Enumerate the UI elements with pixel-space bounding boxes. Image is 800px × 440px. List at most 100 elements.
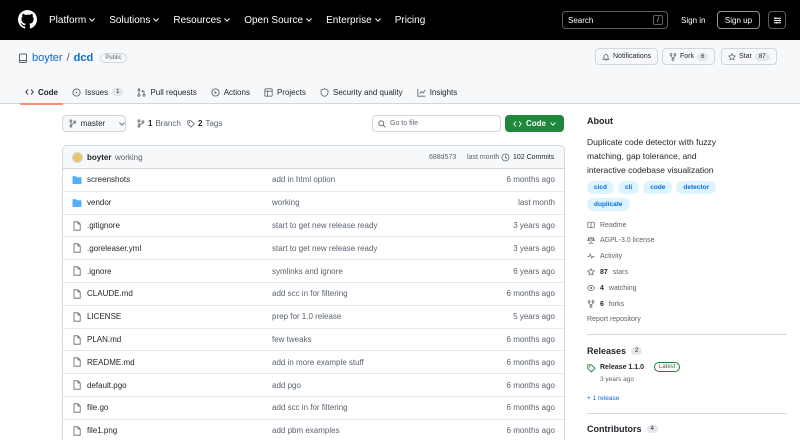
tab-projects[interactable]: Projects	[257, 80, 313, 104]
nav-enterprise[interactable]: Enterprise	[326, 15, 381, 26]
tags-link[interactable]: 2 Tags	[187, 115, 222, 132]
file-name-link[interactable]: screenshots	[87, 175, 130, 184]
file-name-link[interactable]: file.go	[87, 403, 108, 412]
star-icon	[728, 52, 736, 61]
file-name-link[interactable]: LICENSE	[87, 312, 121, 321]
latest-badge: Latest	[654, 362, 681, 372]
file-row[interactable]: file.go add scc in for filtering 6 months …	[63, 397, 564, 420]
nav-platform[interactable]: Platform	[49, 15, 96, 26]
chevron-down-icon	[153, 18, 160, 22]
file-commit-message-link[interactable]: working	[272, 198, 300, 207]
file-commit-message-link[interactable]: start to get new release ready	[272, 221, 377, 230]
topic-tag[interactable]: code	[643, 181, 673, 194]
releases-heading[interactable]: Releases 2	[587, 346, 643, 356]
contributors-title: Contributors	[587, 424, 642, 434]
readme-label: Readme	[600, 221, 627, 229]
file-row[interactable]: screenshots add in html option 6 months ag…	[63, 169, 564, 192]
file-row[interactable]: LICENSE prep for 1.0 release 5 years ago	[63, 306, 564, 329]
chevron-down-icon	[550, 121, 556, 126]
tag-icon	[187, 119, 195, 128]
book-icon	[587, 221, 595, 229]
file-row[interactable]: .ignore symlinks and ignore 6 years ago	[63, 260, 564, 283]
topic-tag[interactable]: cicd	[587, 181, 615, 194]
nav-pricing[interactable]: Pricing	[395, 15, 426, 26]
file-row[interactable]: .gitignore start to get new release ready…	[63, 215, 564, 238]
tab-actions[interactable]: Actions	[204, 80, 257, 104]
commit-message-link[interactable]: working	[115, 153, 143, 162]
go-to-file-input[interactable]: Go to file	[372, 115, 501, 132]
file-name-link[interactable]: file1.png	[87, 426, 117, 435]
license-link[interactable]: AGPL-3.0 license	[587, 236, 654, 244]
file-commit-message-link[interactable]: add in html option	[272, 175, 335, 184]
file-commit-message-link[interactable]: add scc in for filtering	[272, 403, 348, 412]
file-name-link[interactable]: vendor	[87, 198, 111, 207]
branch-select-button[interactable]: master	[62, 115, 126, 132]
file-name-link[interactable]: CLAUDE.md	[87, 289, 133, 298]
folder-icon	[72, 198, 82, 207]
watchers-link[interactable]: 4 watching	[587, 284, 637, 292]
file-commit-message-link[interactable]: prep for 1.0 release	[272, 312, 341, 321]
bell-icon	[602, 53, 610, 60]
file-name-link[interactable]: .goreleaser.yml	[87, 244, 141, 253]
forks-link[interactable]: 6 forks	[587, 300, 624, 308]
tab-security[interactable]: Security and quality	[313, 80, 410, 104]
code-dropdown-button[interactable]: Code	[505, 115, 564, 132]
file-row[interactable]: README.md add in more example stuff 6 mont…	[63, 351, 564, 375]
tab-issues[interactable]: Issues 1	[65, 80, 130, 104]
notifications-button[interactable]: Notifications	[595, 48, 659, 65]
repo-owner-link[interactable]: boyter	[32, 52, 63, 64]
readme-link[interactable]: Readme	[587, 221, 626, 229]
file-commit-message-link[interactable]: add scc in for filtering	[272, 289, 348, 298]
file-commit-message-link[interactable]: symlinks and ignore	[272, 267, 343, 276]
file-row[interactable]: default.pgo add pgo 6 months ago	[63, 374, 564, 397]
topic-tag[interactable]: detector	[676, 181, 717, 194]
file-name-link[interactable]: .gitignore	[87, 221, 120, 230]
file-name-link[interactable]: PLAN.md	[87, 335, 121, 344]
topic-tag[interactable]: duplicate	[587, 198, 630, 211]
tab-insights[interactable]: Insights	[410, 80, 465, 104]
file-row[interactable]: .goreleaser.yml start to get new release …	[63, 237, 564, 261]
github-logo-icon[interactable]	[18, 10, 37, 29]
nav-resources[interactable]: Resources	[173, 15, 231, 26]
file-commit-message-link[interactable]: start to get new release ready	[272, 244, 377, 253]
branches-link[interactable]: 1 Branch	[137, 115, 181, 132]
file-name-link[interactable]: README.md	[87, 358, 135, 367]
file-row[interactable]: CLAUDE.md add scc in for filtering 6 month…	[63, 283, 564, 306]
search-button[interactable]: Search /	[562, 11, 668, 29]
commit-author-link[interactable]: boyter	[87, 153, 111, 162]
file-row[interactable]: vendor working last month	[63, 192, 564, 215]
avatar[interactable]	[72, 152, 83, 163]
file-commit-message-link[interactable]: add pgo	[272, 381, 301, 390]
fork-button[interactable]: Fork 6	[662, 48, 716, 65]
sign-up-button[interactable]: Sign up	[717, 11, 760, 29]
file-commit-message-link[interactable]: add in more example stuff	[272, 358, 364, 367]
repo-name-link[interactable]: dcd	[74, 52, 94, 64]
file-row[interactable]: PLAN.md few tweaks 6 months ago	[63, 329, 564, 352]
branch-count: 1	[148, 119, 153, 128]
nav-open-source[interactable]: Open Source	[244, 15, 312, 26]
file-commit-time: 6 months ago	[506, 175, 555, 185]
more-releases-link[interactable]: + 1 release	[587, 395, 619, 402]
file-row[interactable]: file1.png add pbm examples 6 months ago	[63, 420, 564, 440]
activity-link[interactable]: Activity	[587, 252, 622, 260]
contributors-heading[interactable]: Contributors 4	[587, 424, 658, 434]
file-name-link[interactable]: default.pgo	[87, 381, 127, 390]
sign-in-link[interactable]: Sign in	[676, 11, 710, 29]
tab-code[interactable]: Code	[18, 80, 65, 105]
commit-hash-link[interactable]: 688d573	[429, 154, 456, 161]
stars-link[interactable]: 87 stars	[587, 268, 628, 276]
commits-link[interactable]: 102 Commits	[501, 153, 554, 162]
code-button-label: Code	[526, 119, 546, 128]
file-commit-message-link[interactable]: few tweaks	[272, 335, 312, 344]
tab-pull-requests[interactable]: Pull requests	[130, 80, 203, 104]
file-commit-message-link[interactable]: add pbm examples	[272, 426, 340, 435]
file-name-link[interactable]: .ignore	[87, 267, 111, 276]
nav-solutions[interactable]: Solutions	[109, 15, 160, 26]
file-commit-time: 6 years ago	[513, 266, 555, 276]
settings-button[interactable]	[768, 11, 786, 29]
report-repository-link[interactable]: Report repository	[587, 316, 641, 323]
search-label: Search	[568, 15, 594, 25]
star-button[interactable]: Star 87	[721, 48, 777, 65]
file-commit-time: 6 months ago	[506, 403, 555, 413]
topic-tag[interactable]: cli	[618, 181, 640, 194]
